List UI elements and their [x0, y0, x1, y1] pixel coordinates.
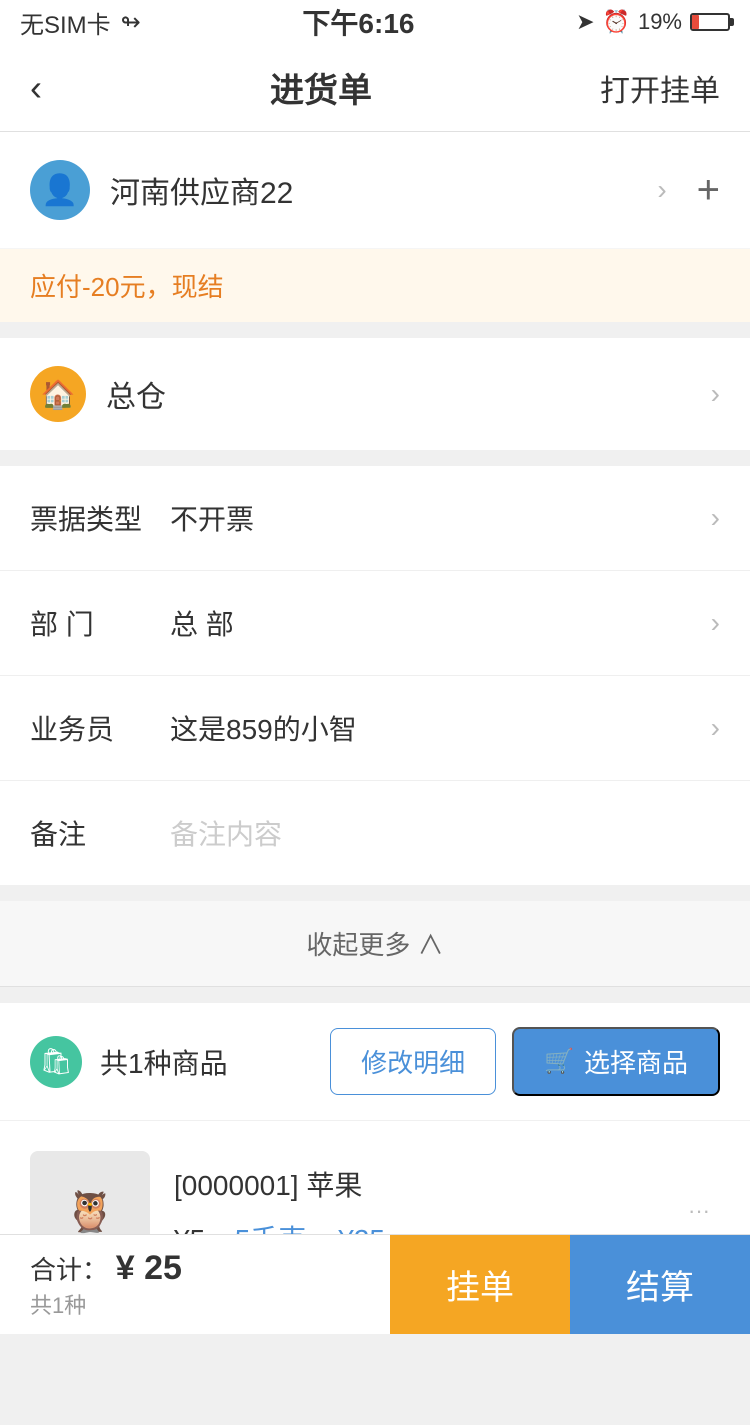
status-time: 下午6:16 [302, 2, 414, 42]
sales-rep-row[interactable]: 业务员 这是859的小智 › [0, 676, 750, 781]
total-amount: ¥ 25 [116, 1249, 182, 1287]
battery-icon [690, 13, 730, 31]
user-icon: 👤 [41, 173, 78, 208]
product-count-text: 共1种商品 [100, 1042, 330, 1082]
product-logo-icon: 🦉 [65, 1188, 115, 1235]
product-name: [0000001] 苹果 [174, 1164, 678, 1204]
select-btn-label: 选择商品 [584, 1043, 688, 1080]
total-label: 合计： [30, 1255, 108, 1285]
page-title: 进货单 [270, 63, 372, 112]
total-count: 共1种 [30, 1288, 360, 1320]
chevron-right-icon: › [657, 174, 666, 206]
home-icon: 🏠 [41, 378, 76, 411]
edit-detail-button[interactable]: 修改明细 [330, 1028, 496, 1095]
select-product-button[interactable]: 🛒 选择商品 [512, 1027, 720, 1096]
footer: 合计： ¥ 25 共1种 挂单 结算 [0, 1234, 750, 1334]
cart-icon: 🛒 [544, 1047, 574, 1076]
remark-label: 备注 [30, 813, 170, 853]
status-left: 无SIM卡 ↬ [20, 5, 141, 40]
notice-bar: 应付-20元，现结 [0, 249, 750, 322]
department-value: 总 部 [170, 603, 711, 643]
product-count-icon: 🛍 [30, 1036, 82, 1088]
wifi-icon: ↬ [121, 8, 141, 37]
ticket-type-row[interactable]: 票据类型 不开票 › [0, 466, 750, 571]
chevron-right-icon: › [711, 712, 720, 744]
department-row[interactable]: 部 门 总 部 › [0, 571, 750, 676]
sales-rep-value: 这是859的小智 [170, 708, 711, 748]
department-label: 部 门 [30, 603, 170, 643]
form-section: 票据类型 不开票 › 部 门 总 部 › 业务员 这是859的小智 › 备注 备… [0, 466, 750, 885]
battery-percent: 19% [638, 9, 682, 35]
hang-order-button[interactable]: 挂单 [390, 1235, 570, 1334]
remark-value: 备注内容 [170, 813, 720, 853]
product-header: 🛍 共1种商品 修改明细 🛒 选择商品 [0, 1003, 750, 1121]
ticket-type-label: 票据类型 [30, 498, 170, 538]
checkout-button[interactable]: 结算 [570, 1235, 750, 1334]
bag-icon: 🛍 [39, 1046, 72, 1077]
chevron-right-icon: › [711, 378, 720, 410]
status-right: ➤ ⏰ 19% [576, 9, 730, 35]
warehouse-section: 🏠 总仓 › [0, 338, 750, 450]
footer-total: 合计： ¥ 25 共1种 [0, 1235, 390, 1334]
warehouse-label: 总仓 [106, 372, 711, 416]
warehouse-row[interactable]: 🏠 总仓 › [0, 338, 750, 450]
chevron-right-icon: › [711, 607, 720, 639]
total-line: 合计： ¥ 25 [30, 1249, 360, 1288]
warehouse-icon: 🏠 [30, 366, 86, 422]
alarm-icon: ⏰ [603, 9, 630, 35]
supplier-name: 河南供应商22 [110, 168, 657, 212]
add-icon[interactable]: + [697, 168, 720, 213]
sales-rep-label: 业务员 [30, 708, 170, 748]
remark-row[interactable]: 备注 备注内容 [0, 781, 750, 885]
supplier-avatar: 👤 [30, 160, 90, 220]
open-hang-button[interactable]: 打开挂单 [600, 66, 720, 110]
more-icon[interactable]: ··· [678, 1188, 720, 1234]
collapse-row[interactable]: 收起更多 ∧ [0, 901, 750, 987]
supplier-row[interactable]: 👤 河南供应商22 › + [0, 132, 750, 249]
gps-icon: ➤ [576, 9, 594, 35]
ticket-type-value: 不开票 [170, 498, 711, 538]
signal-text: 无SIM卡 [20, 5, 111, 40]
supplier-section: 👤 河南供应商22 › + 应付-20元，现结 [0, 132, 750, 322]
nav-bar: ‹ 进货单 打开挂单 [0, 44, 750, 132]
back-button[interactable]: ‹ [30, 67, 42, 109]
main-content: 👤 河南供应商22 › + 应付-20元，现结 🏠 总仓 › 票据类型 不开票 … [0, 132, 750, 1425]
chevron-right-icon: › [711, 502, 720, 534]
status-bar: 无SIM卡 ↬ 下午6:16 ➤ ⏰ 19% [0, 0, 750, 44]
